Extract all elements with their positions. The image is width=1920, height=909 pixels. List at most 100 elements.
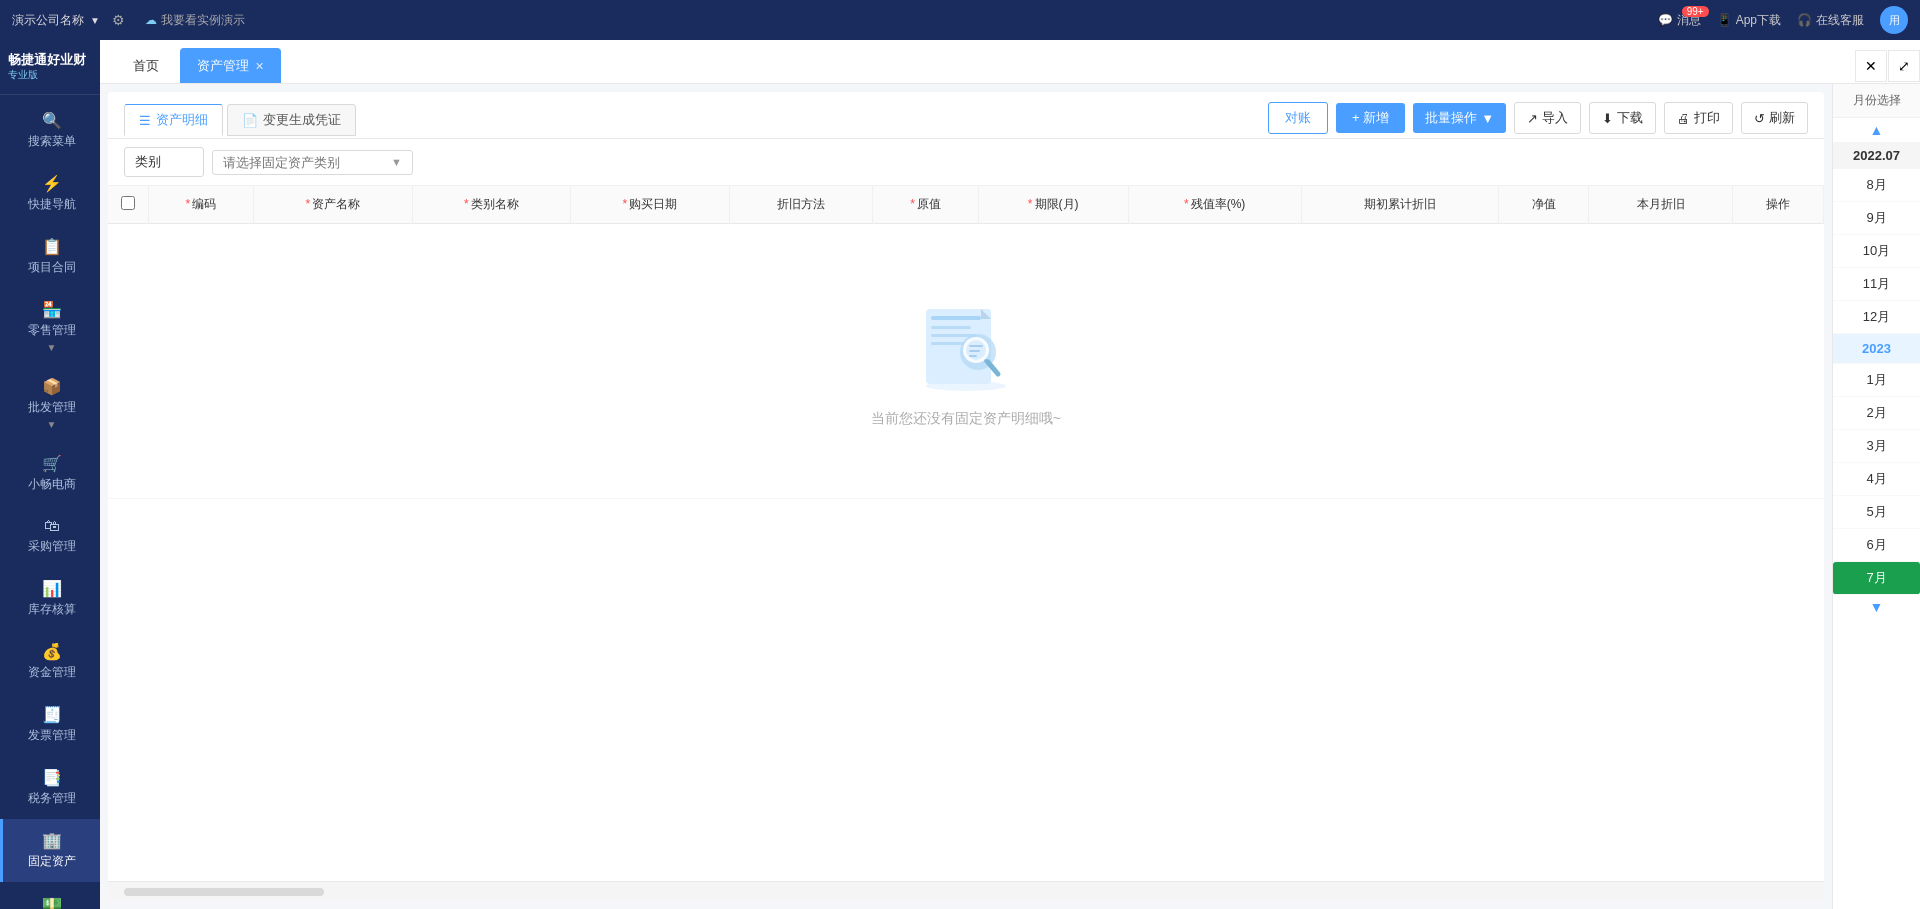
search-icon: 🔍: [42, 111, 62, 130]
download-button[interactable]: ⬇ 下载: [1589, 102, 1656, 134]
download-label: 下载: [1617, 109, 1643, 127]
col-residual-rate: *残值率(%): [1128, 186, 1301, 224]
batch-button[interactable]: 批量操作 ▼: [1413, 103, 1506, 133]
sidebar-item-search[interactable]: 🔍 搜索菜单: [0, 99, 100, 162]
top-bar: 演示公司名称 ▼ ⚙ ☁ 我要看实例演示 💬 消息 99+ 📱 App下载 🎧 …: [0, 0, 1920, 40]
sidebar-item-finance[interactable]: 💰 资金管理: [0, 630, 100, 693]
content-area: 首页 资产管理 ✕ ☰ 资产明细 📄 变更生成凭证: [100, 40, 1920, 909]
customer-service-label: 在线客服: [1816, 12, 1864, 29]
message-icon: 💬: [1658, 13, 1673, 27]
invoice-icon: 🧾: [42, 705, 62, 724]
col-term: *期限(月): [978, 186, 1128, 224]
refresh-button[interactable]: ↺ 刷新: [1741, 102, 1808, 134]
select-all-checkbox[interactable]: [121, 196, 135, 210]
month-item-2023-7[interactable]: 7月: [1833, 562, 1920, 595]
tab-home[interactable]: 首页: [116, 48, 176, 83]
category-input[interactable]: [223, 155, 391, 170]
bottom-scrollbar[interactable]: [108, 881, 1824, 901]
fixed-assets-icon: 🏢: [42, 831, 62, 850]
wholesale-arrow-icon: ▼: [47, 419, 57, 430]
sidebar-item-project[interactable]: 📋 项目合同: [0, 225, 100, 288]
settings-icon[interactable]: ⚙: [112, 12, 125, 28]
sidebar-item-tax[interactable]: 📑 税务管理: [0, 756, 100, 819]
tax-icon: 📑: [42, 768, 62, 787]
sidebar-item-wholesale[interactable]: 📦 批发管理 ▼: [0, 365, 100, 442]
wholesale-icon: 📦: [42, 377, 62, 396]
col-net-value: 净值: [1498, 186, 1589, 224]
sidebar-inventory-label: 库存核算: [28, 601, 76, 618]
sidebar-quick-nav-label: 快捷导航: [28, 196, 76, 213]
month-item-2023-5[interactable]: 5月: [1833, 496, 1920, 529]
col-monthly-depreciation: 本月折旧: [1589, 186, 1733, 224]
tab-asset-management[interactable]: 资产管理 ✕: [180, 48, 281, 83]
reconcile-button[interactable]: 对账: [1268, 102, 1328, 134]
month-item-2023-1[interactable]: 1月: [1833, 364, 1920, 397]
month-item-10[interactable]: 10月: [1833, 235, 1920, 268]
sidebar-item-salary[interactable]: 💵 工资: [0, 882, 100, 909]
print-button[interactable]: 🖨 打印: [1664, 102, 1733, 134]
month-nav-down[interactable]: ▼: [1833, 595, 1920, 619]
sub-tabs: ☰ 资产明细 📄 变更生成凭证 对账 + 新增 批量操作 ▼: [108, 92, 1824, 139]
import-icon: ↗: [1527, 111, 1538, 126]
sidebar-search-label: 搜索菜单: [28, 133, 76, 150]
month-item-12[interactable]: 12月: [1833, 301, 1920, 334]
expand-panel-button[interactable]: ⤢: [1888, 50, 1920, 82]
empty-state: 当前您还没有固定资产明细哦~: [116, 234, 1816, 488]
sidebar-item-invoice[interactable]: 🧾 发票管理: [0, 693, 100, 756]
company-selector[interactable]: 演示公司名称 ▼: [12, 12, 100, 29]
window-controls: ✕ ⤢: [1855, 50, 1920, 82]
month-panel-collapse-button[interactable]: ›: [1832, 477, 1833, 517]
col-purchase-date: *购买日期: [571, 186, 730, 224]
month-item-2023-6[interactable]: 6月: [1833, 529, 1920, 562]
sidebar-project-label: 项目合同: [28, 259, 76, 276]
batch-label: 批量操作: [1425, 109, 1477, 127]
cloud-icon: ☁: [145, 13, 157, 27]
app-download-button[interactable]: 📱 App下载: [1717, 12, 1781, 29]
category-label: 类别: [135, 153, 161, 171]
retail-arrow-icon: ▼: [47, 342, 57, 353]
horizontal-scrollbar[interactable]: [124, 888, 324, 896]
tab-bar: 首页 资产管理 ✕: [100, 40, 1920, 84]
document-icon: 📄: [242, 113, 258, 128]
sub-tab-change-voucher[interactable]: 📄 变更生成凭证: [227, 104, 356, 136]
sidebar-logo: 畅捷通好业财 专业版: [0, 40, 100, 95]
tab-close-icon[interactable]: ✕: [255, 60, 264, 73]
demo-link[interactable]: ☁ 我要看实例演示: [145, 12, 245, 29]
sidebar-item-quick-nav[interactable]: ⚡ 快捷导航: [0, 162, 100, 225]
month-item-8[interactable]: 8月: [1833, 169, 1920, 202]
month-panel-title: 月份选择: [1853, 93, 1901, 107]
sidebar-item-fixed-assets[interactable]: 🏢 固定资产: [0, 819, 100, 882]
col-code: *编码: [148, 186, 253, 224]
app-download-label: App下载: [1736, 12, 1781, 29]
month-item-2023-2[interactable]: 2月: [1833, 397, 1920, 430]
customer-service-button[interactable]: 🎧 在线客服: [1797, 12, 1864, 29]
add-button[interactable]: + 新增: [1336, 103, 1405, 133]
message-badge: 99+: [1682, 6, 1709, 17]
sidebar-purchase-label: 采购管理: [28, 538, 76, 555]
month-item-2023-3[interactable]: 3月: [1833, 430, 1920, 463]
sidebar-item-purchase[interactable]: 🛍 采购管理: [0, 505, 100, 567]
user-avatar[interactable]: 用: [1880, 6, 1908, 34]
year-2022: 2022.07: [1833, 142, 1920, 169]
month-item-11[interactable]: 11月: [1833, 268, 1920, 301]
quick-nav-icon: ⚡: [42, 174, 62, 193]
message-button[interactable]: 💬 消息 99+: [1658, 12, 1701, 29]
category-input-wrap[interactable]: ▼: [212, 150, 413, 175]
sidebar-item-inventory[interactable]: 📊 库存核算: [0, 567, 100, 630]
month-nav-up[interactable]: ▲: [1833, 118, 1920, 142]
top-bar-right: 💬 消息 99+ 📱 App下载 🎧 在线客服 用: [1658, 6, 1908, 34]
sub-tab-asset-detail[interactable]: ☰ 资产明细: [124, 104, 223, 136]
print-icon: 🖨: [1677, 111, 1690, 126]
col-operations: 操作: [1733, 186, 1824, 224]
sidebar-invoice-label: 发票管理: [28, 727, 76, 744]
month-item-2023-4[interactable]: 4月: [1833, 463, 1920, 496]
sidebar-item-ecommerce[interactable]: 🛒 小畅电商: [0, 442, 100, 505]
import-button[interactable]: ↗ 导入: [1514, 102, 1581, 134]
close-panel-button[interactable]: ✕: [1855, 50, 1887, 82]
category-filter[interactable]: 类别: [124, 147, 204, 177]
print-label: 打印: [1694, 109, 1720, 127]
sidebar-item-retail[interactable]: 🏪 零售管理 ▼: [0, 288, 100, 365]
tab-home-label: 首页: [133, 57, 159, 75]
month-item-9[interactable]: 9月: [1833, 202, 1920, 235]
sidebar-fixed-assets-label: 固定资产: [28, 853, 76, 870]
